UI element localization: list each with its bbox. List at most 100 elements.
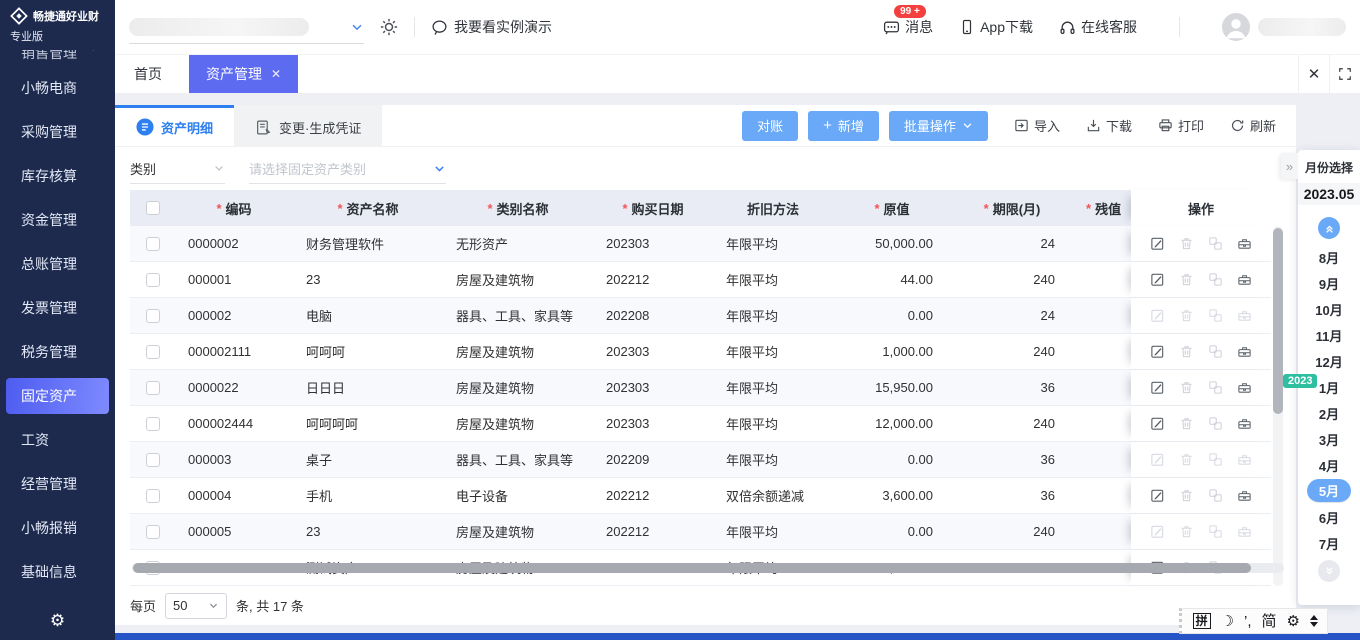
fullscreen-icon[interactable]	[1329, 55, 1360, 93]
row-checkbox[interactable]	[145, 308, 160, 323]
change-icon[interactable]	[1208, 452, 1223, 467]
inventory-icon[interactable]	[1237, 272, 1252, 287]
sidebar-settings-gear-icon[interactable]: ⚙	[0, 611, 115, 631]
ime-item-3[interactable]: 简	[1262, 614, 1277, 629]
delete-icon[interactable]	[1179, 344, 1194, 359]
edit-icon[interactable]	[1150, 524, 1165, 539]
sidebar-item-0[interactable]: 销售管理 ▾	[0, 50, 115, 66]
delete-icon[interactable]	[1179, 308, 1194, 323]
row-checkbox[interactable]	[145, 344, 160, 359]
month-item[interactable]: 12月	[1303, 348, 1354, 374]
inventory-icon[interactable]	[1237, 452, 1252, 467]
change-icon[interactable]	[1208, 524, 1223, 539]
edit-icon[interactable]	[1150, 272, 1165, 287]
change-icon[interactable]	[1208, 380, 1223, 395]
edit-icon[interactable]	[1150, 452, 1165, 467]
change-icon[interactable]	[1208, 308, 1223, 323]
sidebar-item-4[interactable]: 资金管理	[0, 198, 115, 242]
month-item[interactable]: 8月	[1307, 244, 1351, 270]
sidebar-item-11[interactable]: 小畅报销	[0, 506, 115, 550]
refresh-button[interactable]: 刷新	[1230, 116, 1276, 135]
scroll-months-down-icon[interactable]	[1318, 560, 1340, 582]
month-item[interactable]: 9月	[1307, 270, 1351, 296]
row-checkbox[interactable]	[145, 416, 160, 431]
delete-icon[interactable]	[1179, 416, 1194, 431]
asset-category-select[interactable]: 请选择固定资产类别	[249, 154, 446, 184]
inventory-icon[interactable]	[1237, 380, 1252, 395]
delete-icon[interactable]	[1179, 488, 1194, 503]
change-icon[interactable]	[1208, 236, 1223, 251]
horizontal-scrollbar-thumb[interactable]	[133, 563, 1251, 573]
demo-link[interactable]: 我要看实例演示	[431, 17, 552, 37]
delete-icon[interactable]	[1179, 524, 1194, 539]
sidebar-item-3[interactable]: 库存核算	[0, 154, 115, 198]
sidebar-item-1[interactable]: 小畅电商	[0, 66, 115, 110]
subtab-0[interactable]: 资产明细	[115, 105, 235, 146]
inventory-icon[interactable]	[1237, 488, 1252, 503]
month-item[interactable]: 6月	[1307, 504, 1351, 530]
sidebar-item-6[interactable]: 发票管理	[0, 286, 115, 330]
download-button[interactable]: 下载	[1086, 116, 1132, 135]
messages-button[interactable]: 99 + 消息	[883, 4, 933, 37]
ime-item-4[interactable]: ⚙	[1287, 614, 1300, 629]
edit-icon[interactable]	[1150, 416, 1165, 431]
app-download-button[interactable]: App下载	[959, 17, 1033, 37]
primary-button-2[interactable]: 批量操作	[888, 110, 988, 141]
delete-icon[interactable]	[1179, 452, 1194, 467]
tab-close-icon[interactable]: ✕	[271, 67, 281, 81]
collapse-panel-icon[interactable]: »	[1281, 153, 1298, 179]
select-all-checkbox[interactable]	[145, 201, 160, 215]
scroll-months-up-icon[interactable]	[1318, 217, 1340, 239]
online-service-button[interactable]: 在线客服	[1059, 17, 1137, 37]
change-icon[interactable]	[1208, 344, 1223, 359]
inventory-icon[interactable]	[1237, 236, 1252, 251]
sidebar-item-7[interactable]: 税务管理	[0, 330, 115, 374]
change-icon[interactable]	[1208, 488, 1223, 503]
sidebar-item-2[interactable]: 采购管理	[0, 110, 115, 154]
edit-icon[interactable]	[1150, 236, 1165, 251]
delete-icon[interactable]	[1179, 236, 1194, 251]
per-page-select[interactable]: 50	[165, 592, 228, 619]
user-menu[interactable]	[1222, 13, 1346, 41]
sidebar-item-5[interactable]: 总账管理	[0, 242, 115, 286]
close-all-tabs-icon[interactable]: ✕	[1298, 55, 1329, 93]
settings-gear-icon[interactable]	[380, 18, 398, 36]
edit-icon[interactable]	[1150, 380, 1165, 395]
row-checkbox[interactable]	[145, 488, 160, 503]
month-item[interactable]: 10月	[1303, 296, 1354, 322]
horizontal-scrollbar[interactable]	[132, 563, 1284, 573]
change-icon[interactable]	[1208, 416, 1223, 431]
category-select[interactable]: 类别	[130, 154, 225, 184]
primary-button-0[interactable]: 对账	[742, 110, 799, 141]
ime-item-2[interactable]: ’,	[1244, 614, 1252, 629]
month-item[interactable]: 7月	[1307, 530, 1351, 556]
delete-icon[interactable]	[1179, 272, 1194, 287]
row-checkbox[interactable]	[145, 452, 160, 467]
import-button[interactable]: 导入	[1014, 116, 1060, 135]
month-item[interactable]: 3月	[1307, 426, 1351, 452]
tab-asset-management[interactable]: 资产管理 ✕	[189, 55, 299, 93]
sidebar-item-8[interactable]: 固定资产	[6, 378, 109, 414]
edit-icon[interactable]	[1150, 488, 1165, 503]
month-item[interactable]: 2月	[1307, 400, 1351, 426]
change-icon[interactable]	[1208, 272, 1223, 287]
sidebar-item-10[interactable]: 经营管理	[0, 462, 115, 506]
ime-expand-icon[interactable]	[1310, 615, 1318, 627]
subtab-1[interactable]: 变更·生成凭证	[234, 105, 383, 146]
company-selector[interactable]	[129, 10, 364, 44]
primary-button-1[interactable]: + 新增	[808, 110, 879, 141]
inventory-icon[interactable]	[1237, 416, 1252, 431]
edit-icon[interactable]	[1150, 344, 1165, 359]
edit-icon[interactable]	[1150, 308, 1165, 323]
month-item[interactable]: 11月	[1304, 322, 1355, 348]
delete-icon[interactable]	[1179, 380, 1194, 395]
inventory-icon[interactable]	[1237, 524, 1252, 539]
sidebar-item-9[interactable]: 工资	[0, 418, 115, 462]
month-item-selected[interactable]: 5月	[1306, 479, 1352, 503]
ime-item-0[interactable]: 拼	[1192, 613, 1211, 629]
ime-item-1[interactable]: ☽	[1221, 614, 1234, 629]
month-item[interactable]: 4月	[1307, 452, 1351, 478]
row-checkbox[interactable]	[145, 524, 160, 539]
row-checkbox[interactable]	[145, 380, 160, 395]
inventory-icon[interactable]	[1237, 308, 1252, 323]
